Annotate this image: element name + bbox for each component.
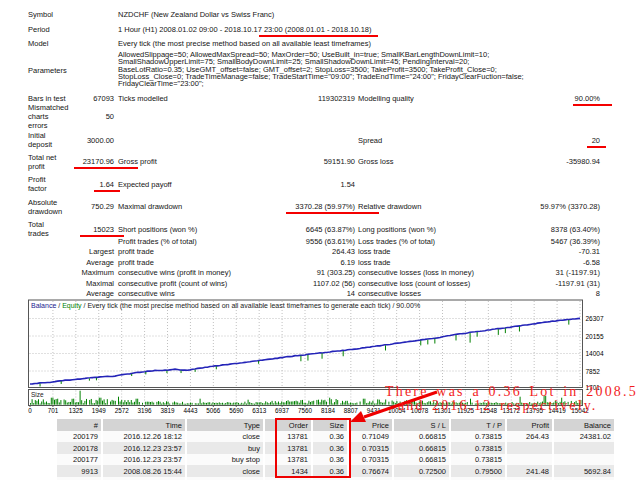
x-axis-label: 6937 [275,407,290,414]
x-axis-label: 1949 [92,407,107,414]
trade-cell: 0.73815 [451,431,505,443]
x-axis-label: 7560 [298,407,313,414]
annotation-note-line2: and 2016.12 respectively. [398,398,597,414]
y-axis-label: 14004 [586,350,604,357]
trade-cell: 0.70315 [349,454,392,466]
trade-cell: 9913 [57,465,101,477]
mismatch-value: 50 [36,112,114,121]
x-axis-label: 2572 [115,407,130,414]
x-axis-label: 3819 [160,407,175,414]
modelling-quality-underlined: 90.00% [575,94,600,103]
y-axis-label: 26307 [586,315,604,322]
trade-cell: 2016.12.23 23:57 [103,454,185,466]
trade-cell: 0.70315 [349,442,392,454]
trade-cell: close [187,431,263,443]
trade-col-header: Time [103,419,185,431]
x-axis-label: 0 [28,407,32,414]
trade-cell [507,454,552,466]
model-label: Model [28,39,82,48]
period-label: Period [28,25,82,34]
trade-col-header: Type [187,419,263,431]
trade-cell: 0.66815 [394,442,449,454]
trade-cell: 2016.12.26 18:12 [103,431,185,443]
trade-cell: 200178 [57,442,101,454]
trade-col-header: T / P [451,419,505,431]
trade-cell: close [187,465,263,477]
trade-cell: 0.72500 [394,465,449,477]
x-axis-label: 3196 [138,407,153,414]
trade-cell: 2016.12.23 23:57 [103,442,185,454]
chart-legend: Balance / Equity / Every tick (the most … [31,302,420,309]
legend-balance: Balance [31,302,56,309]
trade-cell: 0.73815 [451,442,505,454]
x-axis-label: 4443 [183,407,198,414]
trade-col-header: Profit [507,419,552,431]
trade-cell [554,442,614,454]
totaltrades-underlined: 15023 [93,225,114,234]
trade-cell [554,454,614,466]
period-value: 1 Hour (H1) 2008.01.02 09:00 - 2018.10.1… [118,25,372,34]
trade-cell: 0.76674 [349,465,392,477]
trade-cell: 200177 [57,454,101,466]
trade-cell: 0.79500 [451,465,505,477]
y-axis-label: 7852 [586,368,601,375]
period-underlined: 23:00 (2008.01.01 - 2018.10.18) [264,25,372,34]
pf-underlined: 1.64 [99,180,114,189]
spread-underlined: 20 [592,136,600,145]
deposit-value: 3000.00 [36,136,114,145]
size-panel-label: Size [31,391,44,398]
trade-cell: buy [187,442,263,454]
trade-cell: 5692.84 [554,465,614,477]
bars-value: 67093 [36,94,114,103]
legend-equity: Equity [62,302,81,309]
x-axis-label: 6313 [252,407,267,414]
trade-cell: 200179 [57,431,101,443]
parameters-value: AllowedSlippage=50; AllowedMaxSpread=50;… [118,51,524,88]
trade-cell: 264.43 [507,431,552,443]
y-axis-label: 20155 [586,333,604,340]
trade-cell: 24381.02 [554,431,614,443]
trade-cell: 2008.08.26 15:44 [103,465,185,477]
symbol-label: Symbol [28,10,82,19]
x-axis-label: 1325 [69,407,84,414]
trade-col-header: Balance [554,419,614,431]
x-axis-label: 5066 [206,407,221,414]
trade-cell: 241.48 [507,465,552,477]
maxdd-underlined: 3370.28 (59.97%) [295,202,355,211]
trade-cell: buy stop [187,454,263,466]
dd-value: 750.29 [36,202,114,211]
symbol-value: NZDCHF (New Zealand Dollar vs Swiss Fran… [118,10,274,19]
x-axis-label: 5690 [229,407,244,414]
trade-cell [507,442,552,454]
x-axis-label: 8184 [321,407,336,414]
parameters-label: Parameters [28,66,82,75]
netprofit-underlined: 23170.96 [83,157,114,166]
x-axis-label: 701 [48,407,59,414]
trade-cell: 0.66815 [394,454,449,466]
trade-cell: 0.73815 [451,454,505,466]
trade-col-header: # [57,419,101,431]
model-value: Every tick (the most precise method base… [118,39,371,48]
